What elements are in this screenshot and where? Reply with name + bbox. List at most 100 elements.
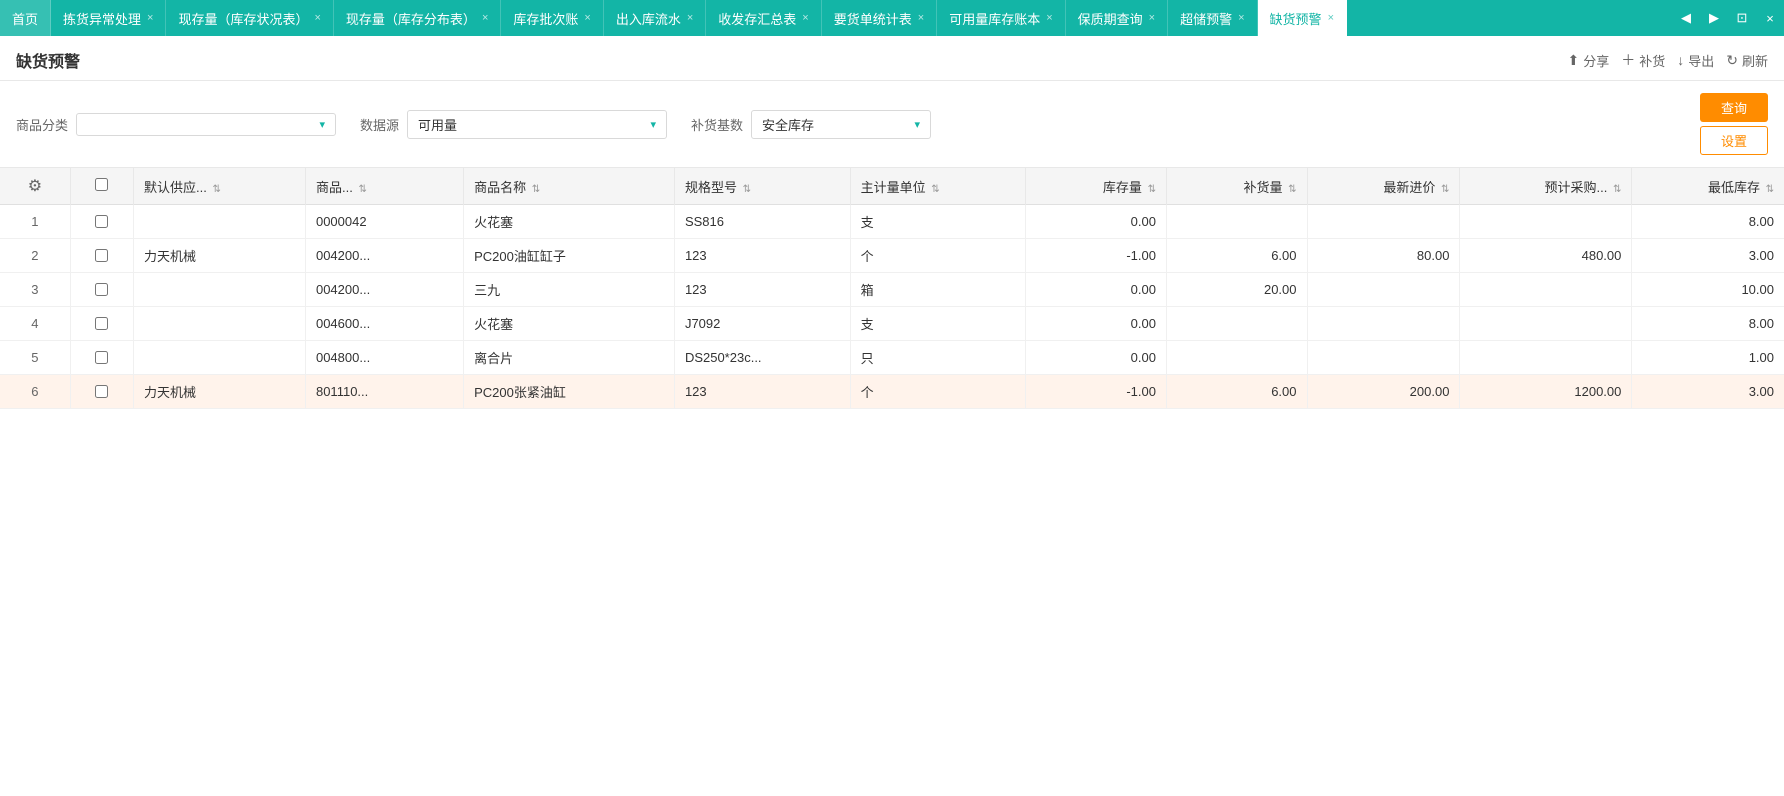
row-checkbox-5[interactable] — [95, 385, 108, 398]
cell-replenish-qty-2: 20.00 — [1166, 273, 1307, 307]
cell-product-code-2: 004200... — [305, 273, 463, 307]
tab-shortage-label: 缺货预警 — [1270, 9, 1322, 28]
tab-demand-stats-close[interactable]: × — [918, 12, 924, 24]
tab-batch-account[interactable]: 库存批次账 × — [501, 0, 603, 36]
row-checkbox-2[interactable] — [95, 283, 108, 296]
page-header: 缺货预警 ⬆ 分享 ＋ 补货 ↓ 导出 ↻ 刷新 — [0, 36, 1784, 81]
select-all-checkbox[interactable] — [95, 178, 108, 191]
replenish-icon: ＋ — [1621, 50, 1635, 70]
table-row: 4 004600... 火花塞 J7092 支 0.00 8.00 — [0, 307, 1784, 341]
cell-product-name-4: 离合片 — [464, 341, 675, 375]
filter-actions: 查询 设置 — [1700, 93, 1768, 155]
product-name-sort-icon[interactable]: ⇅ — [532, 184, 540, 195]
cell-supplier-3 — [134, 307, 306, 341]
cell-stock-0: 0.00 — [1026, 205, 1167, 239]
tab-defect-abnormal[interactable]: 拣货异常处理 × — [51, 0, 166, 36]
tab-expiry-query-label: 保质期查询 — [1078, 9, 1143, 28]
tab-shortage-close[interactable]: × — [1328, 12, 1334, 24]
table-row: 1 0000042 火花塞 SS816 支 0.00 8.00 — [0, 205, 1784, 239]
cell-est-purchase-4 — [1460, 341, 1632, 375]
settings-button[interactable]: 设置 — [1700, 126, 1768, 155]
tab-bar: 首页 拣货异常处理 × 现存量（库存状况表） × 现存量（库存分布表） × 库存… — [0, 0, 1784, 36]
tab-scroll-right-btn[interactable]: ▶ — [1700, 10, 1728, 26]
row-checkbox-4[interactable] — [95, 351, 108, 364]
supplier-sort-icon[interactable]: ⇅ — [213, 184, 221, 195]
cell-est-purchase-1: 480.00 — [1460, 239, 1632, 273]
cell-supplier-4 — [134, 341, 306, 375]
tab-available-ledger-close[interactable]: × — [1046, 12, 1052, 24]
cell-min-stock-0: 8.00 — [1632, 205, 1784, 239]
tab-receive-summary[interactable]: 收发存汇总表 × — [706, 0, 821, 36]
tab-expiry-query-close[interactable]: × — [1149, 12, 1155, 24]
tab-overstock[interactable]: 超储预警 × — [1168, 0, 1257, 36]
cell-stock-4: 0.00 — [1026, 341, 1167, 375]
tab-in-out-flow-close[interactable]: × — [687, 12, 693, 24]
export-btn[interactable]: ↓ 导出 — [1677, 51, 1714, 70]
th-spec-label: 规格型号 — [685, 180, 737, 195]
cell-stock-2: 0.00 — [1026, 273, 1167, 307]
tab-in-out-flow[interactable]: 出入库流水 × — [604, 0, 706, 36]
replenish-qty-sort-icon[interactable]: ⇅ — [1288, 184, 1296, 195]
tab-overstock-close[interactable]: × — [1238, 12, 1244, 24]
category-chevron-icon: ▾ — [319, 118, 325, 131]
replenish-btn[interactable]: ＋ 补货 — [1621, 50, 1665, 70]
th-min-stock: 最低库存 ⇅ — [1632, 168, 1784, 205]
stock-sort-icon[interactable]: ⇅ — [1148, 184, 1156, 195]
query-button[interactable]: 查询 — [1700, 93, 1768, 122]
cell-stock-5: -1.00 — [1026, 375, 1167, 409]
share-icon: ⬆ — [1567, 52, 1579, 69]
row-checkbox-3[interactable] — [95, 317, 108, 330]
cell-est-purchase-3 — [1460, 307, 1632, 341]
cell-checkbox-4 — [70, 341, 133, 375]
tab-inventory-status[interactable]: 现存量（库存状况表） × — [166, 0, 333, 36]
cell-stock-1: -1.00 — [1026, 239, 1167, 273]
th-unit-label: 主计量单位 — [861, 180, 926, 195]
cell-supplier-5: 力天机械 — [134, 375, 306, 409]
tab-inventory-dist-close[interactable]: × — [482, 12, 488, 24]
unit-sort-icon[interactable]: ⇅ — [931, 184, 939, 195]
product-code-sort-icon[interactable]: ⇅ — [358, 184, 366, 195]
table-container: ⚙ 默认供应... ⇅ 商品... ⇅ 商品名称 ⇅ — [0, 168, 1784, 409]
cell-min-stock-5: 3.00 — [1632, 375, 1784, 409]
th-replenish-qty: 补货量 ⇅ — [1166, 168, 1307, 205]
row-checkbox-0[interactable] — [95, 215, 108, 228]
data-table: ⚙ 默认供应... ⇅ 商品... ⇅ 商品名称 ⇅ — [0, 168, 1784, 409]
datasource-select[interactable]: 可用量 ▾ — [407, 110, 667, 139]
th-latest-price-label: 最新进价 — [1383, 180, 1435, 195]
est-purchase-sort-icon[interactable]: ⇅ — [1613, 184, 1621, 195]
tab-inventory-dist[interactable]: 现存量（库存分布表） × — [334, 0, 501, 36]
cell-spec-0: SS816 — [674, 205, 850, 239]
category-select[interactable]: ▾ — [76, 113, 336, 136]
tab-home[interactable]: 首页 — [0, 0, 51, 36]
cell-unit-5: 个 — [850, 375, 1026, 409]
refresh-btn[interactable]: ↻ 刷新 — [1726, 51, 1768, 70]
th-replenish-qty-label: 补货量 — [1243, 180, 1282, 195]
latest-price-sort-icon[interactable]: ⇅ — [1441, 184, 1449, 195]
row-checkbox-1[interactable] — [95, 249, 108, 262]
replenish-base-select[interactable]: 安全库存 ▾ — [751, 110, 931, 139]
cell-product-code-4: 004800... — [305, 341, 463, 375]
tab-defect-abnormal-close[interactable]: × — [147, 12, 153, 24]
tab-scroll-left-btn[interactable]: ◀ — [1672, 10, 1700, 26]
table-row: 2 力天机械 004200... PC200油缸缸子 123 个 -1.00 6… — [0, 239, 1784, 273]
cell-index-2: 3 — [0, 273, 70, 307]
tab-inventory-status-close[interactable]: × — [314, 12, 320, 24]
min-stock-sort-icon[interactable]: ⇅ — [1766, 184, 1774, 195]
cell-checkbox-0 — [70, 205, 133, 239]
table-header-row: ⚙ 默认供应... ⇅ 商品... ⇅ 商品名称 ⇅ — [0, 168, 1784, 205]
tab-available-ledger[interactable]: 可用量库存账本 × — [937, 0, 1065, 36]
column-settings-icon[interactable]: ⚙ — [28, 178, 42, 195]
tab-in-out-flow-label: 出入库流水 — [616, 9, 681, 28]
tab-batch-account-close[interactable]: × — [584, 12, 590, 24]
tab-receive-summary-close[interactable]: × — [802, 12, 808, 24]
th-product-code: 商品... ⇅ — [305, 168, 463, 205]
tab-demand-stats[interactable]: 要货单统计表 × — [822, 0, 937, 36]
tab-shortage[interactable]: 缺货预警 × — [1258, 0, 1347, 36]
share-btn[interactable]: ⬆ 分享 — [1567, 51, 1609, 70]
spec-sort-icon[interactable]: ⇅ — [743, 184, 751, 195]
th-stock: 库存量 ⇅ — [1026, 168, 1167, 205]
tab-expiry-query[interactable]: 保质期查询 × — [1066, 0, 1168, 36]
tab-close-all-btn[interactable]: × — [1756, 11, 1784, 26]
tab-restore-btn[interactable]: ⊡ — [1728, 10, 1756, 26]
th-checkbox — [70, 168, 133, 205]
